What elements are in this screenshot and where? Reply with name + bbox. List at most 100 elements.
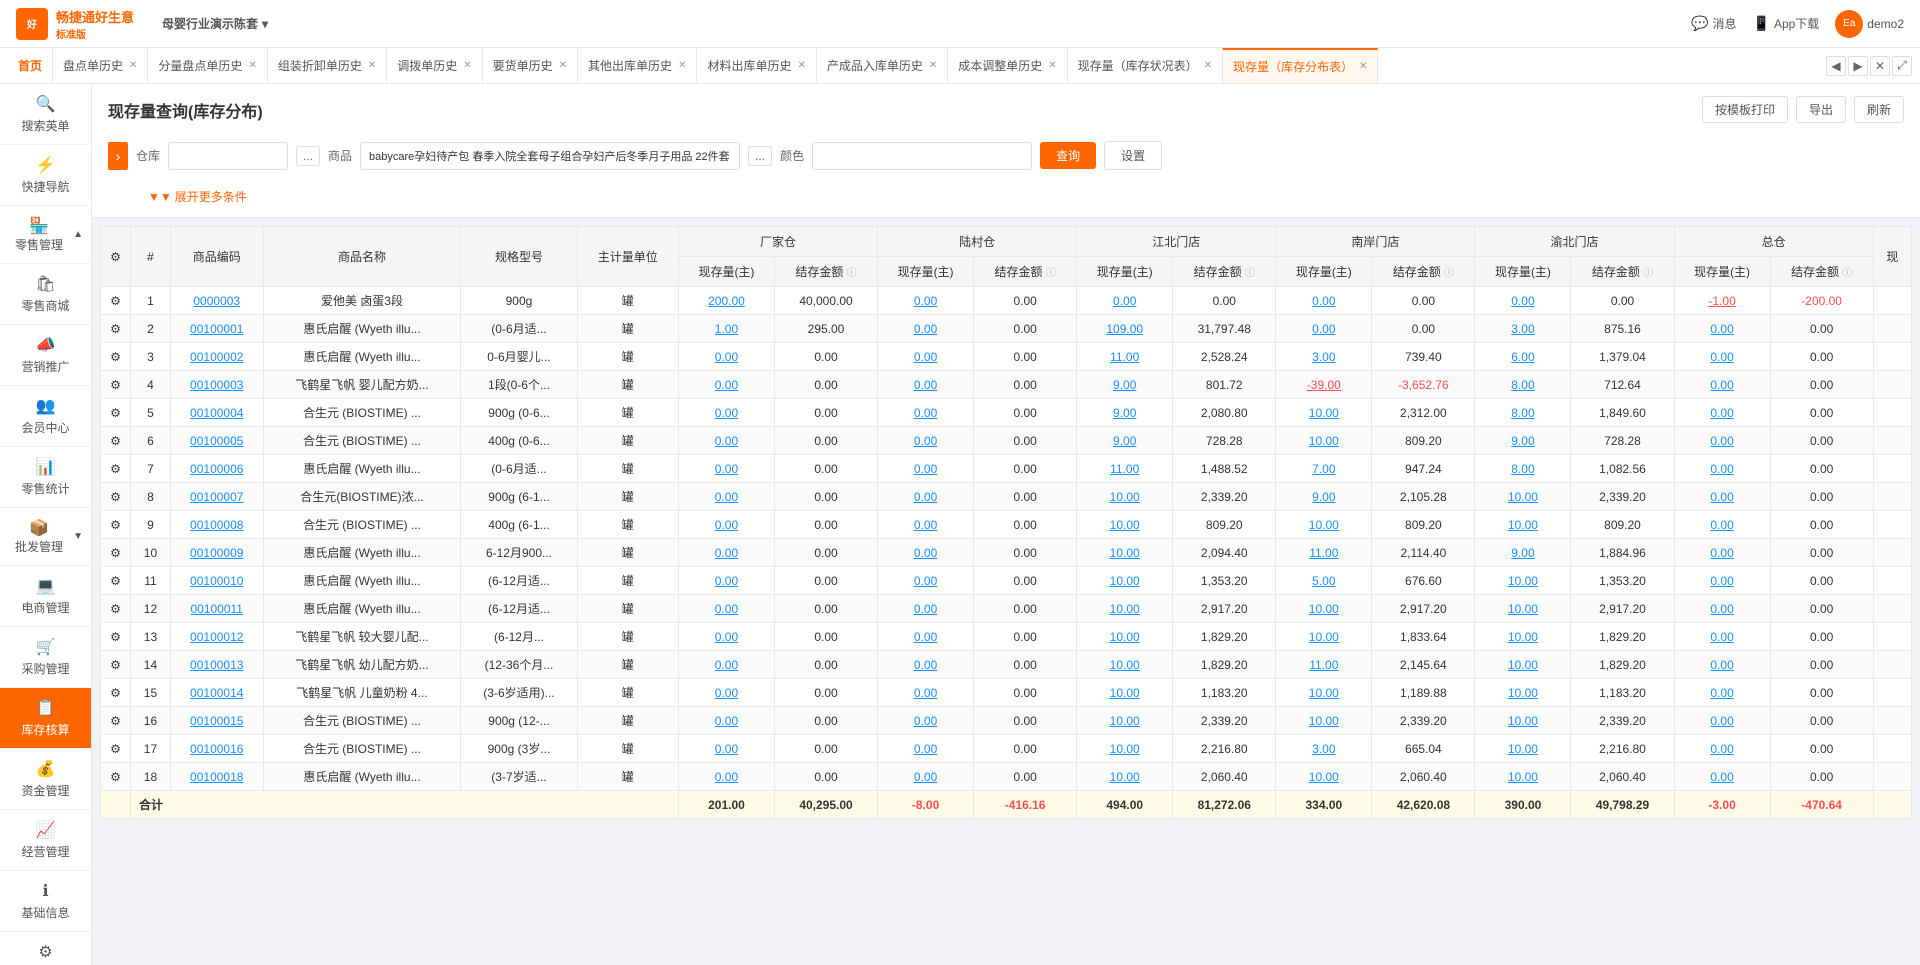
sidebar-item-ops[interactable]: 📈 经营管理 (0, 810, 91, 871)
row-code: 00100011 (170, 595, 263, 623)
close-icon[interactable]: ✕ (129, 60, 137, 71)
row-settings[interactable]: ⚙ (101, 651, 131, 679)
print-btn[interactable]: 按模板打印 (1702, 96, 1788, 123)
query-btn[interactable]: 查询 (1040, 142, 1096, 169)
settings-btn[interactable]: 设置 (1104, 141, 1162, 170)
tab-t5[interactable]: 要货单历史 ✕ (483, 48, 578, 84)
sidebar-item-marketing[interactable]: 📣 营销推广 (0, 325, 91, 386)
app-download-btn[interactable]: 📱 App下载 (1753, 15, 1820, 32)
product-input[interactable] (360, 142, 740, 170)
row-settings[interactable]: ⚙ (101, 455, 131, 483)
row-wt-qty: 0.00 (1674, 567, 1770, 595)
row-settings[interactable]: ⚙ (101, 315, 131, 343)
sidebar-item-ecom[interactable]: 💻 电商管理 (0, 566, 91, 627)
sidebar-item-system[interactable]: ⚙ 系统管理 (0, 932, 91, 965)
tab-t11[interactable]: 现存量（库存分布表） ✕ (1223, 48, 1378, 84)
row-settings[interactable]: ⚙ (101, 511, 131, 539)
export-btn[interactable]: 导出 (1796, 96, 1846, 123)
warehouse-dots-btn[interactable]: ... (296, 146, 320, 166)
filter-expand-arrow[interactable]: › (108, 142, 128, 170)
row-w2-qty: 0.00 (878, 427, 974, 455)
close-icon[interactable]: ✕ (797, 60, 805, 71)
row-index: 6 (131, 427, 171, 455)
tab-t10[interactable]: 现存量（库存状况表） ✕ (1068, 48, 1223, 84)
sidebar-item-retail-shop[interactable]: 🛍 零售商城 (0, 264, 91, 325)
product-dots-btn[interactable]: ... (748, 146, 772, 166)
tab-home[interactable]: 首页 (8, 48, 53, 84)
col-wt-qty: 现存量(主) (1674, 257, 1770, 287)
tab-t1[interactable]: 盘点单历史 ✕ (53, 48, 148, 84)
row-settings[interactable]: ⚙ (101, 287, 131, 315)
row-code: 00100006 (170, 455, 263, 483)
row-current (1873, 511, 1911, 539)
warehouse-input[interactable] (168, 142, 288, 170)
sidebar-item-finance[interactable]: 💰 资金管理 (0, 749, 91, 810)
tab-t4[interactable]: 调拨单历史 ✕ (387, 48, 482, 84)
row-w4-qty: 10.00 (1276, 399, 1372, 427)
row-name: 飞鹤星飞帆 幼儿配方奶... (263, 651, 461, 679)
row-current (1873, 763, 1911, 791)
row-w2-amt: 0.00 (974, 455, 1077, 483)
close-icon[interactable]: ✕ (368, 60, 376, 71)
table-area[interactable]: ⚙ # 商品编码 商品名称 规格型号 主计量单位 厂家仓 陆村仓 江北门店 南岸… (92, 218, 1920, 965)
tab-t8[interactable]: 产成品入库单历史 ✕ (817, 48, 948, 84)
row-settings[interactable]: ⚙ (101, 763, 131, 791)
tab-t7[interactable]: 材料出库单历史 ✕ (697, 48, 816, 84)
sidebar-item-retail-mgmt[interactable]: 🏪 零售管理 ▲ (0, 206, 91, 264)
refresh-btn[interactable]: 刷新 (1854, 96, 1904, 123)
user-avatar[interactable]: Ea demo2 (1835, 10, 1904, 38)
tab-t3[interactable]: 组装折卸单历史 ✕ (268, 48, 387, 84)
row-w5-qty: 10.00 (1475, 567, 1571, 595)
row-w5-qty: 9.00 (1475, 539, 1571, 567)
tab-t9[interactable]: 成本调整单历史 ✕ (948, 48, 1067, 84)
tab-expand-btn[interactable]: ⤢ (1892, 56, 1912, 76)
sidebar-item-wholesale[interactable]: 📦 批发管理 ▼ (0, 508, 91, 566)
tab-close-btn[interactable]: ✕ (1870, 56, 1890, 76)
row-settings[interactable]: ⚙ (101, 371, 131, 399)
row-current (1873, 315, 1911, 343)
row-settings[interactable]: ⚙ (101, 399, 131, 427)
close-icon[interactable]: ✕ (248, 60, 256, 71)
tab-prev-btn[interactable]: ◀ (1826, 56, 1846, 76)
row-settings[interactable]: ⚙ (101, 539, 131, 567)
row-wt-qty: 0.00 (1674, 315, 1770, 343)
expand-conditions-btn[interactable]: ▼▼ 展开更多条件 (140, 184, 1904, 209)
sidebar-item-search[interactable]: 🔍 搜索英单 (0, 84, 91, 145)
row-settings[interactable]: ⚙ (101, 427, 131, 455)
close-icon[interactable]: ✕ (559, 60, 567, 71)
sidebar-item-inventory[interactable]: 📋 库存核算 (0, 688, 91, 749)
close-icon[interactable]: ✕ (1204, 60, 1212, 71)
close-icon[interactable]: ✕ (1359, 61, 1367, 72)
table-row: ⚙ 5 00100004 合生元 (BIOSTIME) ... 900g (0-… (101, 399, 1912, 427)
warehouse-selector[interactable]: 母婴行业演示陈套 ▾ (162, 15, 268, 32)
row-settings[interactable]: ⚙ (101, 567, 131, 595)
message-btn[interactable]: 💬 消息 (1691, 15, 1736, 32)
tab-t2[interactable]: 分量盘点单历史 ✕ (148, 48, 267, 84)
settings-col-header[interactable]: ⚙ (101, 227, 131, 287)
close-icon[interactable]: ✕ (929, 60, 937, 71)
sidebar-item-member[interactable]: 👥 会员中心 (0, 386, 91, 447)
row-settings[interactable]: ⚙ (101, 343, 131, 371)
sidebar-item-purchase[interactable]: 🛒 采购管理 (0, 627, 91, 688)
close-icon[interactable]: ✕ (463, 60, 471, 71)
sidebar-item-retail-stats[interactable]: 📊 零售统计 (0, 447, 91, 508)
row-current (1873, 595, 1911, 623)
row-settings[interactable]: ⚙ (101, 735, 131, 763)
row-settings[interactable]: ⚙ (101, 623, 131, 651)
sidebar-item-basic[interactable]: ℹ 基础信息 (0, 871, 91, 932)
row-w1-amt: 0.00 (774, 707, 877, 735)
color-input[interactable] (812, 142, 1032, 170)
row-settings[interactable]: ⚙ (101, 679, 131, 707)
close-icon[interactable]: ✕ (678, 60, 686, 71)
row-w1-qty: 0.00 (678, 343, 774, 371)
tab-t6[interactable]: 其他出库单历史 ✕ (578, 48, 697, 84)
tab-next-btn[interactable]: ▶ (1848, 56, 1868, 76)
warehouse-label: 仓库 (136, 147, 160, 164)
info-icon: ⓘ (1046, 268, 1056, 279)
row-settings[interactable]: ⚙ (101, 483, 131, 511)
row-settings[interactable]: ⚙ (101, 707, 131, 735)
row-wt-amt: 0.00 (1770, 371, 1873, 399)
close-icon[interactable]: ✕ (1048, 60, 1056, 71)
sidebar-item-nav[interactable]: ⚡ 快捷导航 (0, 145, 91, 206)
row-settings[interactable]: ⚙ (101, 595, 131, 623)
